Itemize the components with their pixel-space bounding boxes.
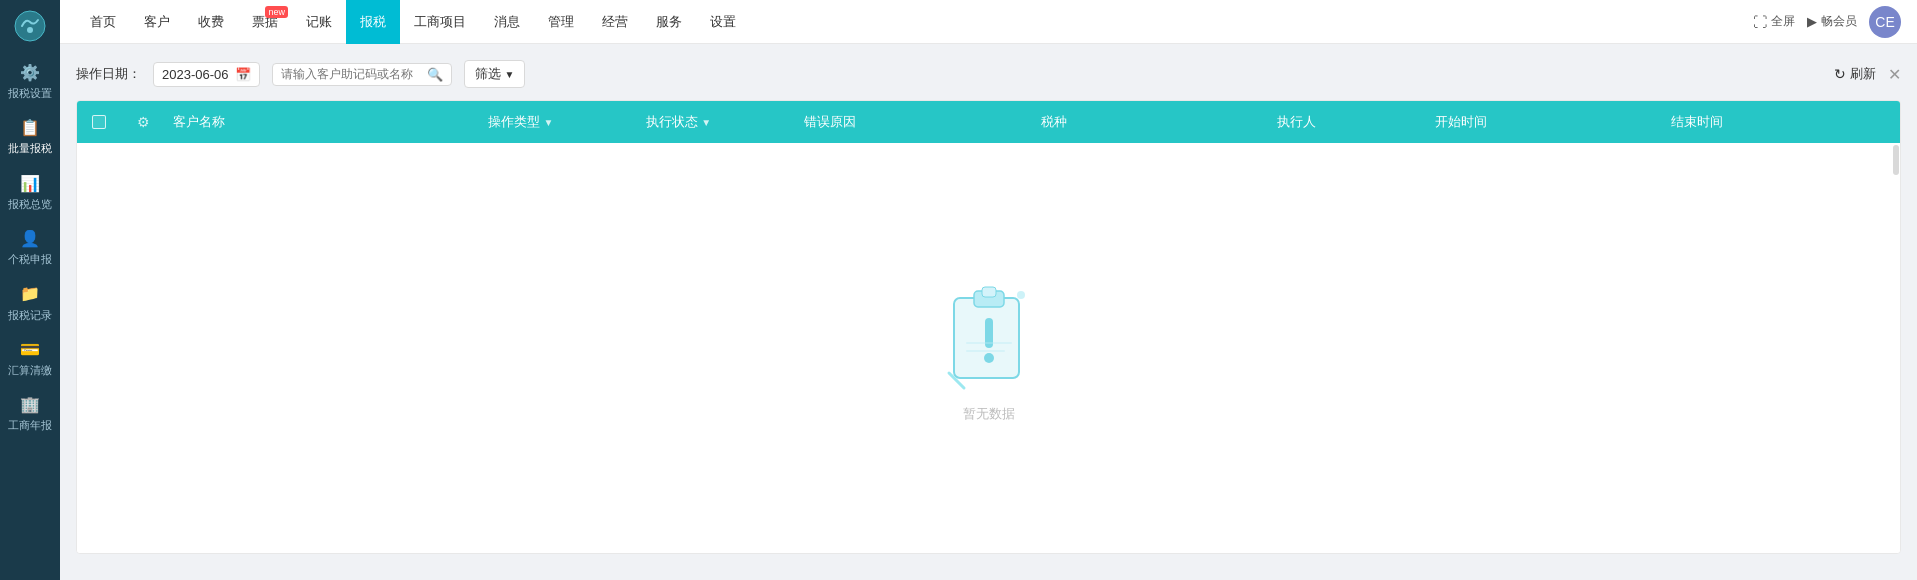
th-tax-type: 税种 [1033, 113, 1270, 131]
sidebar-item-annual-report[interactable]: 🏢 工商年报 [0, 386, 60, 441]
avatar[interactable]: CE [1869, 6, 1901, 38]
settlement-icon: 💳 [19, 339, 41, 361]
personal-tax-icon: 👤 [19, 228, 41, 250]
app-logo[interactable] [12, 8, 48, 44]
chevron-down-icon: ▼ [505, 69, 515, 80]
nav-item-service[interactable]: 服务 [642, 0, 696, 44]
tax-settings-icon: ⚙️ [19, 62, 41, 84]
nav-item-operation[interactable]: 经营 [588, 0, 642, 44]
svg-rect-4 [982, 287, 996, 297]
nav-item-invoice[interactable]: 票据 new [238, 0, 292, 44]
sidebar-item-tax-summary[interactable]: 📊 报税总览 [0, 165, 60, 220]
empty-state: 暂无数据 [899, 233, 1079, 463]
empty-icon [939, 273, 1039, 393]
sidebar: ⚙️ 报税设置 📋 批量报税 📊 报税总览 👤 个税申报 📁 报税记录 💳 汇算… [0, 0, 60, 580]
th-start-time: 开始时间 [1427, 113, 1664, 131]
batch-tax-icon: 📋 [19, 117, 41, 139]
page-content: 操作日期： 2023-06-06 📅 🔍 筛选 ▼ ↻ 刷新 [60, 44, 1917, 580]
top-nav: 首页 客户 收费 票据 new 记账 报税 工商项目 消息 [60, 0, 1917, 44]
nav-item-tax[interactable]: 报税 [346, 0, 400, 44]
th-customer-name: 客户名称 [165, 113, 480, 131]
sidebar-item-personal-tax[interactable]: 👤 个税申报 [0, 220, 60, 275]
nav-item-settings[interactable]: 设置 [696, 0, 750, 44]
svg-point-8 [1017, 291, 1025, 299]
nav-item-customer[interactable]: 客户 [130, 0, 184, 44]
filter-icon-status[interactable]: ▼ [701, 117, 711, 128]
search-box[interactable]: 🔍 [272, 63, 452, 86]
sidebar-item-settlement[interactable]: 💳 汇算清缴 [0, 331, 60, 386]
filter-button[interactable]: 筛选 ▼ [464, 60, 526, 88]
member-button[interactable]: ▶ 畅会员 [1807, 13, 1857, 30]
toolbar: 操作日期： 2023-06-06 📅 🔍 筛选 ▼ ↻ 刷新 [76, 60, 1901, 88]
annual-report-icon: 🏢 [19, 394, 41, 416]
toolbar-right: ↻ 刷新 ✕ [1834, 65, 1901, 84]
close-button[interactable]: ✕ [1888, 65, 1901, 84]
checkbox-box [92, 115, 106, 129]
nav-item-bookkeeping[interactable]: 记账 [292, 0, 346, 44]
svg-point-1 [27, 27, 33, 33]
sidebar-item-tax-settings[interactable]: ⚙️ 报税设置 [0, 54, 60, 109]
table-container: ⚙ 客户名称 操作类型 ▼ 执行状态 ▼ 错误原因 [76, 100, 1901, 554]
date-label: 操作日期： [76, 65, 141, 83]
svg-point-0 [15, 11, 45, 41]
date-input[interactable]: 2023-06-06 📅 [153, 62, 260, 87]
table-header: ⚙ 客户名称 操作类型 ▼ 执行状态 ▼ 错误原因 [77, 101, 1900, 143]
calendar-icon: 📅 [235, 67, 251, 82]
select-all-checkbox[interactable] [92, 115, 106, 129]
nav-items: 首页 客户 收费 票据 new 记账 报税 工商项目 消息 [76, 0, 1753, 44]
refresh-icon: ↻ [1834, 66, 1846, 82]
filter-icon-operation[interactable]: ▼ [543, 117, 553, 128]
sidebar-item-tax-record[interactable]: 📁 报税记录 [0, 276, 60, 331]
fullscreen-button[interactable]: ⛶ 全屏 [1753, 13, 1795, 30]
nav-right: ⛶ 全屏 ▶ 畅会员 CE [1753, 6, 1901, 38]
search-input[interactable] [281, 67, 423, 81]
scroll-thumb [1893, 145, 1899, 175]
th-executor: 执行人 [1269, 113, 1427, 131]
nav-item-manage[interactable]: 管理 [534, 0, 588, 44]
th-exec-status: 执行状态 ▼ [638, 113, 796, 131]
nav-item-business[interactable]: 工商项目 [400, 0, 480, 44]
table-body: 暂无数据 [77, 143, 1900, 553]
content-area: 操作日期： 2023-06-06 📅 🔍 筛选 ▼ ↻ 刷新 [60, 44, 1917, 580]
tax-record-icon: 📁 [19, 284, 41, 306]
refresh-button[interactable]: ↻ 刷新 [1834, 65, 1876, 83]
th-operation-type: 操作类型 ▼ [480, 113, 638, 131]
th-end-time: 结束时间 [1663, 113, 1900, 131]
fullscreen-icon: ⛶ [1753, 14, 1767, 30]
sidebar-item-batch-tax[interactable]: 📋 批量报税 [0, 109, 60, 164]
th-checkbox[interactable] [77, 115, 121, 129]
new-badge: new [265, 6, 288, 19]
th-error-reason: 错误原因 [796, 113, 1033, 131]
search-icon: 🔍 [427, 67, 443, 82]
nav-item-home[interactable]: 首页 [76, 0, 130, 44]
gear-icon: ⚙ [137, 114, 150, 130]
tax-summary-icon: 📊 [19, 173, 41, 195]
svg-point-6 [984, 353, 994, 363]
main-area: 首页 客户 收费 票据 new 记账 报税 工商项目 消息 [60, 0, 1917, 580]
nav-item-message[interactable]: 消息 [480, 0, 534, 44]
th-gear[interactable]: ⚙ [121, 114, 165, 130]
empty-text: 暂无数据 [963, 405, 1015, 423]
scrollbar[interactable] [1892, 143, 1900, 553]
nav-item-billing[interactable]: 收费 [184, 0, 238, 44]
video-icon: ▶ [1807, 14, 1817, 29]
